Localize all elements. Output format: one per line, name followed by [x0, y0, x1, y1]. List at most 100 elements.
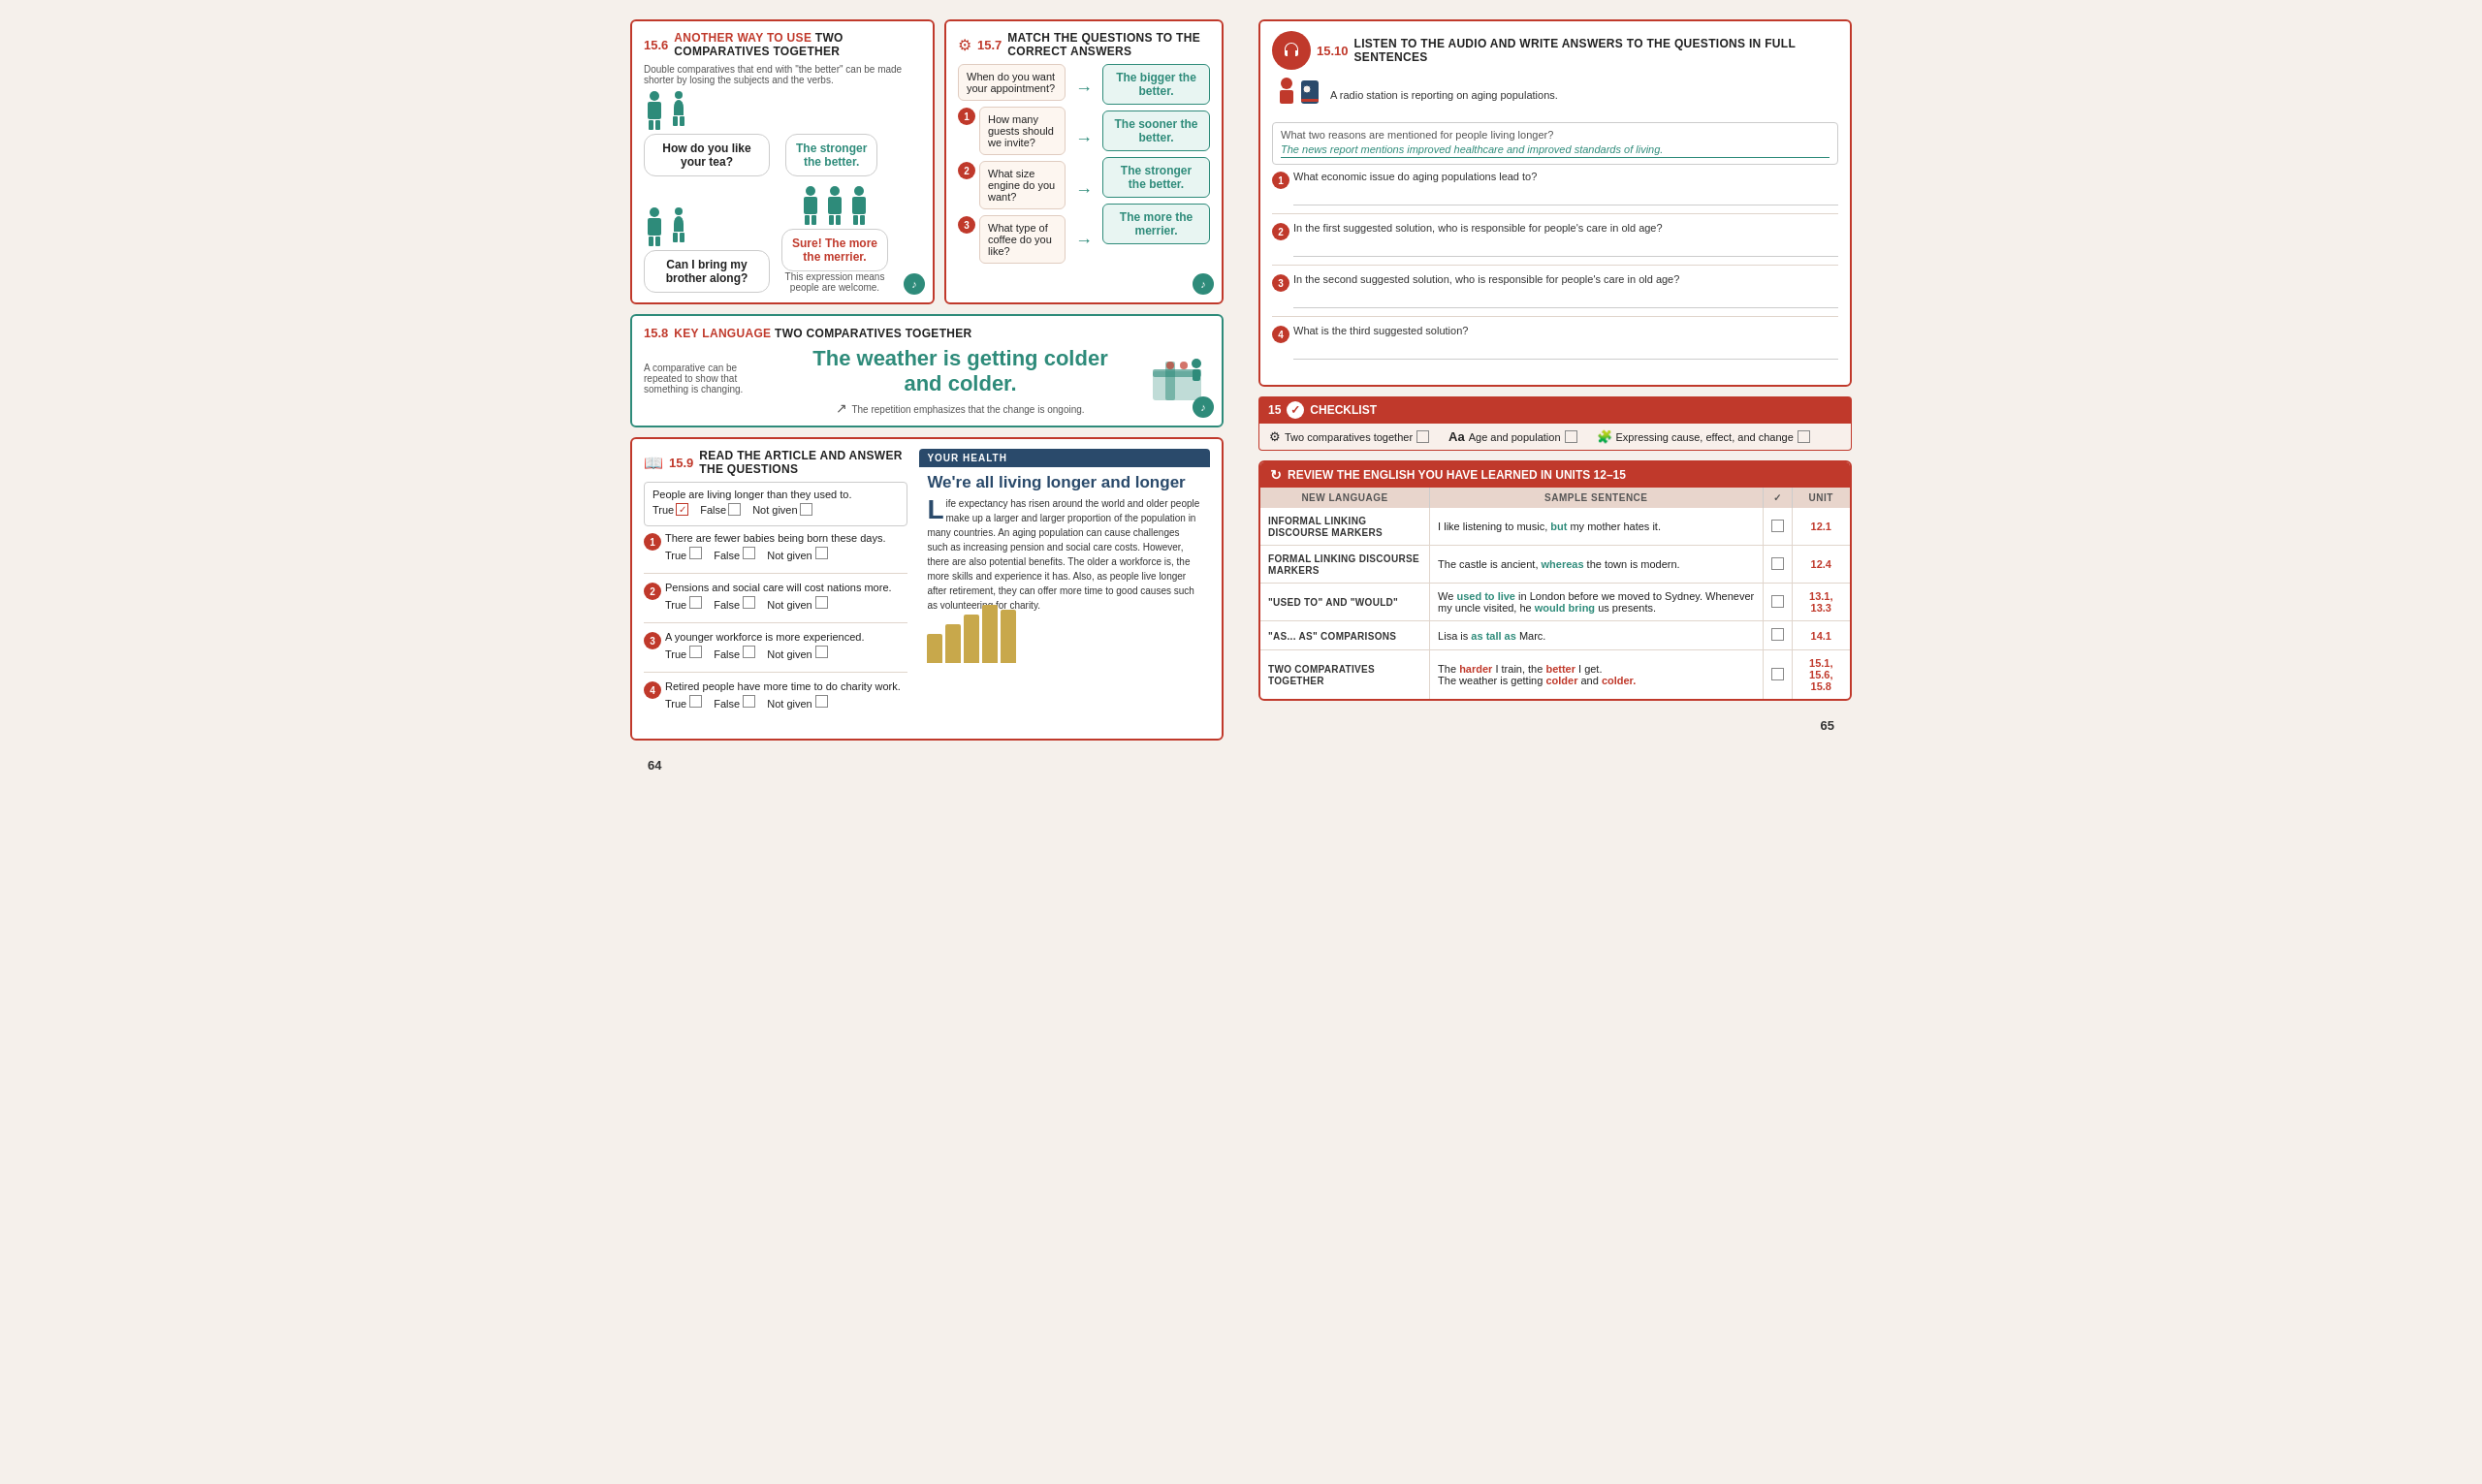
- item-num-l4: 4: [1272, 326, 1289, 343]
- col-header-unit: UNIT: [1792, 488, 1850, 508]
- section-1510-num: 15.10: [1317, 44, 1349, 58]
- question-row-4: 4 Retired people have more time to do ch…: [644, 680, 907, 721]
- item-num-q4: 4: [644, 681, 661, 699]
- table-row: FORMAL LINKING DISCOURSE MARKERS The cas…: [1260, 546, 1850, 584]
- bubble-label: This expression means people are welcome…: [781, 271, 888, 293]
- section-159-title: READ THE ARTICLE AND ANSWER THE QUESTION…: [699, 449, 907, 476]
- svg-rect-6: [1193, 369, 1200, 381]
- checklist-item-1: ⚙ Two comparatives together: [1269, 429, 1429, 444]
- section-156: 15.6 ANOTHER WAY TO USE TWO COMPARATIVES…: [630, 19, 935, 304]
- review-table: NEW LANGUAGE SAMPLE SENTENCE ✓ UNIT INFO…: [1260, 488, 1850, 699]
- listen-question-1: 1 What economic issue do aging populatio…: [1272, 171, 1838, 214]
- true-false-row-0: True ✓ False Not given: [652, 503, 899, 516]
- item-num-l3: 3: [1272, 274, 1289, 292]
- answer-blank-1[interactable]: [1293, 186, 1838, 205]
- checkbox-not-given: [800, 503, 812, 516]
- headphone-svg: [1282, 41, 1301, 60]
- checklist-title: CHECKLIST: [1310, 403, 1377, 417]
- svg-point-10: [1303, 85, 1311, 93]
- match-question-3: What type of coffee do you like?: [979, 215, 1066, 264]
- checklist-item-2-label: Age and population: [1469, 431, 1561, 443]
- listen-question-4: 4 What is the third suggested solution?: [1272, 325, 1838, 367]
- svg-rect-11: [1301, 99, 1319, 102]
- svg-point-3: [1166, 362, 1174, 369]
- section-158: 15.8 KEY LANGUAGE TWO COMPARATIVES TOGET…: [630, 314, 1224, 427]
- checklist-bar: 15 ✓ CHECKLIST: [1258, 396, 1852, 424]
- checklist-checkbox-2[interactable]: [1565, 430, 1577, 443]
- q4-text: Retired people have more time to do char…: [665, 680, 901, 692]
- listen-q4-text: What is the third suggested solution?: [1293, 325, 1838, 336]
- review-checkbox-4[interactable]: [1771, 628, 1784, 641]
- checklist-checkbox-3[interactable]: [1798, 430, 1810, 443]
- unit-num-3: 13.1, 13.3: [1809, 590, 1832, 614]
- section-156-num: 15.6: [644, 38, 668, 52]
- sound-button-157[interactable]: ♪: [1193, 273, 1214, 295]
- match-question-0: When do you want your appointment?: [958, 64, 1066, 101]
- section-1510-title: LISTEN TO THE AUDIO AND WRITE ANSWERS TO…: [1354, 37, 1838, 64]
- sound-button-156[interactable]: ♪: [904, 273, 925, 295]
- gear-icon: ⚙: [958, 34, 971, 55]
- match-answer-0: The bigger the better.: [1102, 64, 1210, 105]
- review-header: ↻ REVIEW THE ENGLISH YOU HAVE LEARNED IN…: [1260, 462, 1850, 488]
- lang-label-3: "USED TO" AND "WOULD": [1268, 597, 1398, 608]
- numbered-item-2: 2 What size engine do you want?: [958, 161, 1066, 209]
- item-num-q1: 1: [644, 533, 661, 551]
- article-body-text: ife expectancy has risen around the worl…: [927, 498, 1199, 611]
- bubble-how-do-you: How do you like your tea?: [644, 134, 770, 176]
- sentence-4: Lisa is as tall as Marc.: [1430, 621, 1763, 650]
- listen-question-3: 3 In the second suggested solution, who …: [1272, 273, 1838, 317]
- radio-person-icon: [1272, 76, 1321, 114]
- review-checkbox-1[interactable]: [1771, 520, 1784, 532]
- section-159-num: 15.9: [669, 456, 693, 470]
- section-158-title: KEY LANGUAGE TWO COMPARATIVES TOGETHER: [674, 327, 971, 340]
- item-num-3: 3: [958, 216, 975, 234]
- sentence-3: We used to live in London before we move…: [1430, 584, 1763, 621]
- review-checkbox-2[interactable]: [1771, 557, 1784, 570]
- person-icon: [800, 186, 821, 225]
- lang-label-4: "AS... AS" COMPARISONS: [1268, 631, 1396, 642]
- cb: [689, 596, 702, 609]
- col-header-lang: NEW LANGUAGE: [1260, 488, 1430, 508]
- unit-num-4: 14.1: [1811, 630, 1831, 642]
- sentence-1: I like listening to music, but my mother…: [1430, 508, 1763, 546]
- checklist-checkbox-1[interactable]: [1416, 430, 1429, 443]
- sound-button-158[interactable]: ♪: [1193, 396, 1214, 418]
- match-answer-1: The sooner the better.: [1102, 111, 1210, 151]
- answer-blank-4[interactable]: [1293, 340, 1838, 360]
- section-157: ⚙ 15.7 MATCH THE QUESTIONS TO THE CORREC…: [944, 19, 1224, 304]
- table-row: "USED TO" AND "WOULD" We used to live in…: [1260, 584, 1850, 621]
- cb: [743, 646, 755, 658]
- page-footer-left: 64: [630, 750, 1224, 780]
- answer-blank-3[interactable]: [1293, 289, 1838, 308]
- review-section: ↻ REVIEW THE ENGLISH YOU HAVE LEARNED IN…: [1258, 460, 1852, 701]
- numbered-item-1: 1 How many guests should we invite?: [958, 107, 1066, 155]
- bubble-more-merrier: Sure! The more the merrier.: [781, 229, 888, 271]
- section-156-title: ANOTHER WAY TO USE TWO COMPARATIVES TOGE…: [674, 31, 921, 58]
- numbered-item-3: 3 What type of coffee do you like?: [958, 215, 1066, 264]
- sentence-5: The harder I train, the better I get. Th…: [1430, 650, 1763, 700]
- radio-text: A radio station is reporting on aging po…: [1330, 89, 1558, 101]
- sample-question: What two reasons are mentioned for peopl…: [1281, 129, 1830, 141]
- table-row: "AS... AS" COMPARISONS Lisa is as tall a…: [1260, 621, 1850, 650]
- q2-tf: True False Not given: [665, 596, 892, 611]
- article-title: We're all living longer and longer: [919, 467, 1210, 496]
- matching-grid: When do you want your appointment? 1 How…: [958, 64, 1210, 264]
- cb: [689, 695, 702, 708]
- bar-2: [945, 624, 961, 663]
- checklist-num: 15: [1268, 403, 1281, 417]
- person-icon: [668, 91, 689, 130]
- bubble-stronger-better: The stronger the better.: [785, 134, 877, 176]
- bar-1: [927, 634, 942, 663]
- person-icon: [824, 186, 845, 225]
- review-checkbox-3[interactable]: [1771, 595, 1784, 608]
- checklist-item-1-label: Two comparatives together: [1285, 431, 1413, 443]
- section-157-title: MATCH THE QUESTIONS TO THE CORRECT ANSWE…: [1007, 31, 1210, 58]
- not-given-option: Not given: [752, 503, 811, 516]
- answer-blank-2[interactable]: [1293, 237, 1838, 257]
- sec158-annotation: The repetition emphasizes that the chang…: [851, 404, 1084, 415]
- match-answer-3: The more the merrier.: [1102, 204, 1210, 244]
- review-checkbox-5[interactable]: [1771, 668, 1784, 680]
- lang-label-1: INFORMAL LINKING DISCOURSE MARKERS: [1268, 516, 1383, 538]
- item-num-q2: 2: [644, 583, 661, 600]
- listen-q1-text: What economic issue do aging populations…: [1293, 171, 1838, 182]
